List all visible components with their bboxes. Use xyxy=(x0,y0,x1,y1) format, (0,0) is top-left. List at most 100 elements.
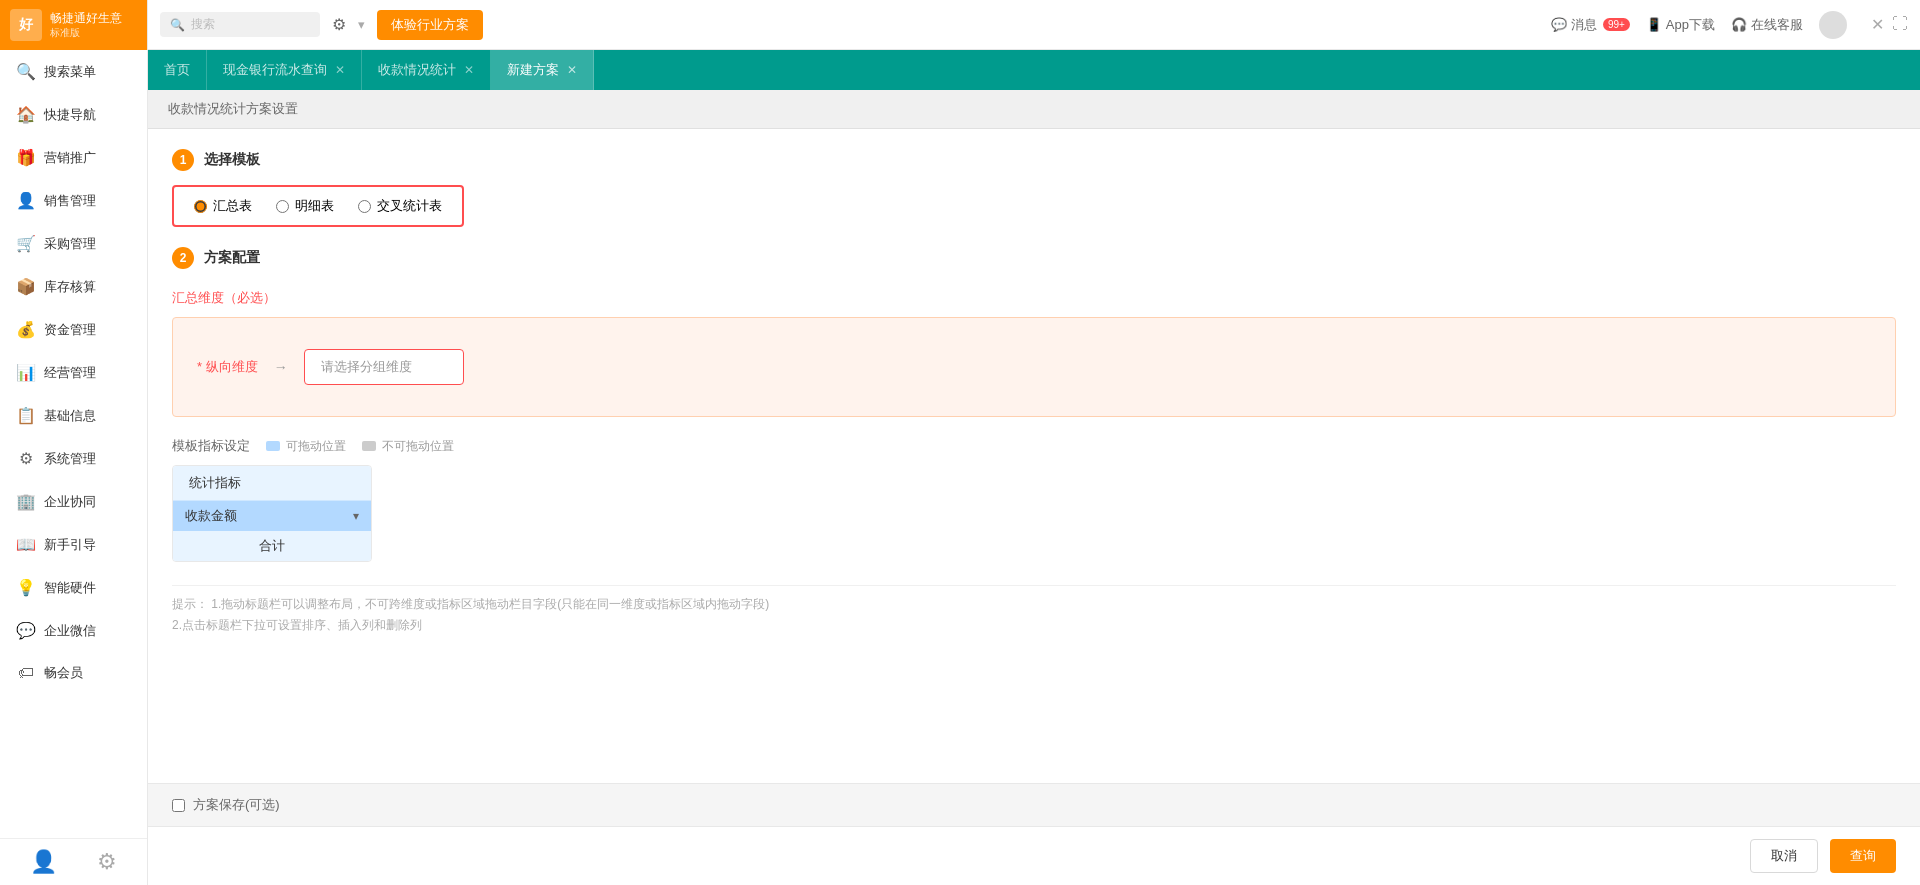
radio-summary-input[interactable] xyxy=(194,200,207,213)
step2-number: 2 xyxy=(172,247,194,269)
step1-title: 选择模板 xyxy=(204,151,260,169)
tab-payment-stats[interactable]: 收款情况统计 ✕ xyxy=(362,50,491,90)
footer-bar: 取消 查询 xyxy=(148,826,1920,885)
page-body: 1 选择模板 汇总表 明细表 交叉统计表 xyxy=(148,129,1920,783)
cart-icon: 🛒 xyxy=(16,234,36,253)
step1-number: 1 xyxy=(172,149,194,171)
undraggable-hint: 不可拖动位置 xyxy=(362,438,454,455)
stats-total-row: 合计 xyxy=(173,531,371,561)
tab-home[interactable]: 首页 xyxy=(148,50,207,90)
sidebar-item-wechat[interactable]: 💬 企业微信 xyxy=(0,609,147,652)
dropdown-icon[interactable]: ▾ xyxy=(358,17,365,32)
topbar-right: 💬 消息 99+ 📱 App下载 🎧 在线客服 ✕ ⛶ xyxy=(1551,11,1908,39)
page-header: 收款情况统计方案设置 xyxy=(148,90,1920,129)
stats-amount-row[interactable]: 收款金额 ▾ xyxy=(173,501,371,531)
stats-table: 统计指标 收款金额 ▾ 合计 xyxy=(172,465,372,562)
chevron-down-icon[interactable]: ▾ xyxy=(353,509,359,523)
tab-close-payment-stats[interactable]: ✕ xyxy=(464,63,474,77)
sidebar: 好 畅捷通好生意 标准版 🔍 搜索菜单 🏠 快捷导航 🎁 营销推广 👤 销售管理… xyxy=(0,0,148,885)
search-menu-icon: 🔍 xyxy=(16,62,36,81)
tabs-bar: 首页 现金银行流水查询 ✕ 收款情况统计 ✕ 新建方案 ✕ xyxy=(148,50,1920,90)
box-icon: 📦 xyxy=(16,277,36,296)
topbar: 🔍 搜索 ⚙ ▾ 体验行业方案 💬 消息 99+ 📱 App下载 🎧 在线客服 … xyxy=(148,0,1920,50)
chart-icon: 📊 xyxy=(16,363,36,382)
sidebar-item-inventory[interactable]: 📦 库存核算 xyxy=(0,265,147,308)
radio-cross[interactable]: 交叉统计表 xyxy=(358,197,442,215)
logo-text: 畅捷通好生意 标准版 xyxy=(50,11,122,40)
app-icon: 📱 xyxy=(1646,17,1662,32)
light-icon: 💡 xyxy=(16,578,36,597)
query-button[interactable]: 查询 xyxy=(1830,839,1896,873)
maximize-window-icon[interactable]: ⛶ xyxy=(1892,15,1908,34)
main-area: 🔍 搜索 ⚙ ▾ 体验行业方案 💬 消息 99+ 📱 App下载 🎧 在线客服 … xyxy=(148,0,1920,885)
settings-icon[interactable]: ⚙ xyxy=(332,15,346,34)
dimension-config-label: 汇总维度（必选） xyxy=(172,289,1896,307)
tag-icon: 🏷 xyxy=(16,664,36,682)
close-window-icon[interactable]: ✕ xyxy=(1871,15,1884,34)
save-option: 方案保存(可选) xyxy=(148,783,1920,826)
radio-cross-input[interactable] xyxy=(358,200,371,213)
person-icon: 👤 xyxy=(16,191,36,210)
draggable-hint: 可拖动位置 xyxy=(266,438,346,455)
dimension-row: * 纵向维度 → 请选择分组维度 xyxy=(197,349,464,385)
gift-icon: 🎁 xyxy=(16,148,36,167)
sidebar-item-quick-nav[interactable]: 🏠 快捷导航 xyxy=(0,93,147,136)
sidebar-item-operations[interactable]: 📊 经营管理 xyxy=(0,351,147,394)
sidebar-item-sales[interactable]: 👤 销售管理 xyxy=(0,179,147,222)
sidebar-logo: 好 畅捷通好生意 标准版 xyxy=(0,0,147,50)
step2-section: 2 方案配置 汇总维度（必选） * 纵向维度 → 请选择分组维度 xyxy=(172,247,1896,648)
dimension-config: 汇总维度（必选） * 纵向维度 → 请选择分组维度 xyxy=(172,289,1896,417)
sidebar-footer-icon1[interactable]: 👤 xyxy=(30,849,57,875)
template-options: 汇总表 明细表 交叉统计表 xyxy=(172,185,464,227)
industry-btn[interactable]: 体验行业方案 xyxy=(377,10,483,40)
book-icon: 📖 xyxy=(16,535,36,554)
step1-section: 1 选择模板 汇总表 明细表 交叉统计表 xyxy=(172,149,1896,227)
step1-header: 1 选择模板 xyxy=(172,149,1896,171)
draggable-box-icon xyxy=(266,441,280,451)
topbar-search[interactable]: 🔍 搜索 xyxy=(160,12,320,37)
vertical-dimension-label: * 纵向维度 xyxy=(197,358,258,376)
save-checkbox[interactable] xyxy=(172,799,185,812)
sidebar-item-base-info[interactable]: 📋 基础信息 xyxy=(0,394,147,437)
tips-area: 提示： 1.拖动标题栏可以调整布局，不可跨维度或指标区域拖动栏目字段(只能在同一… xyxy=(172,585,1896,648)
sidebar-item-search-menu[interactable]: 🔍 搜索菜单 xyxy=(0,50,147,93)
sidebar-item-member[interactable]: 🏷 畅会员 xyxy=(0,652,147,694)
logo-icon: 好 xyxy=(10,9,42,41)
tab-close-bank-flow[interactable]: ✕ xyxy=(335,63,345,77)
app-download-btn[interactable]: 📱 App下载 xyxy=(1646,16,1715,34)
service-btn[interactable]: 🎧 在线客服 xyxy=(1731,16,1803,34)
tab-new-plan[interactable]: 新建方案 ✕ xyxy=(491,50,594,90)
user-avatar[interactable] xyxy=(1819,11,1847,39)
radio-detail-input[interactable] xyxy=(276,200,289,213)
sidebar-item-marketing[interactable]: 🎁 营销推广 xyxy=(0,136,147,179)
dimension-placeholder[interactable]: 请选择分组维度 xyxy=(304,349,464,385)
sidebar-item-finance[interactable]: 💰 资金管理 xyxy=(0,308,147,351)
tab-bank-flow[interactable]: 现金银行流水查询 ✕ xyxy=(207,50,362,90)
arrow-icon: → xyxy=(274,359,288,375)
content-area: 收款情况统计方案设置 1 选择模板 汇总表 明细表 xyxy=(148,90,1920,885)
sidebar-item-guide[interactable]: 📖 新手引导 xyxy=(0,523,147,566)
stats-table-header: 统计指标 xyxy=(173,466,371,501)
sidebar-item-enterprise[interactable]: 🏢 企业协同 xyxy=(0,480,147,523)
indicators-label: 模板指标设定 可拖动位置 不可拖动位置 xyxy=(172,437,1896,455)
radio-detail[interactable]: 明细表 xyxy=(276,197,334,215)
building-icon: 🏢 xyxy=(16,492,36,511)
sidebar-footer: 👤 ⚙ xyxy=(0,838,147,885)
radio-summary[interactable]: 汇总表 xyxy=(194,197,252,215)
sidebar-footer-icon2[interactable]: ⚙ xyxy=(97,849,117,875)
gear-icon: ⚙ xyxy=(16,449,36,468)
sidebar-nav: 🔍 搜索菜单 🏠 快捷导航 🎁 营销推广 👤 销售管理 🛒 采购管理 📦 库存核… xyxy=(0,50,147,838)
message-icon: 💬 xyxy=(1551,17,1567,32)
message-btn[interactable]: 💬 消息 99+ xyxy=(1551,16,1630,34)
sidebar-item-system[interactable]: ⚙ 系统管理 xyxy=(0,437,147,480)
sidebar-item-smart-hw[interactable]: 💡 智能硬件 xyxy=(0,566,147,609)
home-icon: 🏠 xyxy=(16,105,36,124)
indicators-section: 模板指标设定 可拖动位置 不可拖动位置 统计指标 xyxy=(172,437,1896,565)
tab-close-new-plan[interactable]: ✕ xyxy=(567,63,577,77)
window-controls: ✕ ⛶ xyxy=(1871,15,1908,34)
sidebar-item-purchase[interactable]: 🛒 采购管理 xyxy=(0,222,147,265)
step2-header: 2 方案配置 xyxy=(172,247,1896,269)
search-icon: 🔍 xyxy=(170,18,185,32)
cancel-button[interactable]: 取消 xyxy=(1750,839,1818,873)
chat-icon: 💬 xyxy=(16,621,36,640)
